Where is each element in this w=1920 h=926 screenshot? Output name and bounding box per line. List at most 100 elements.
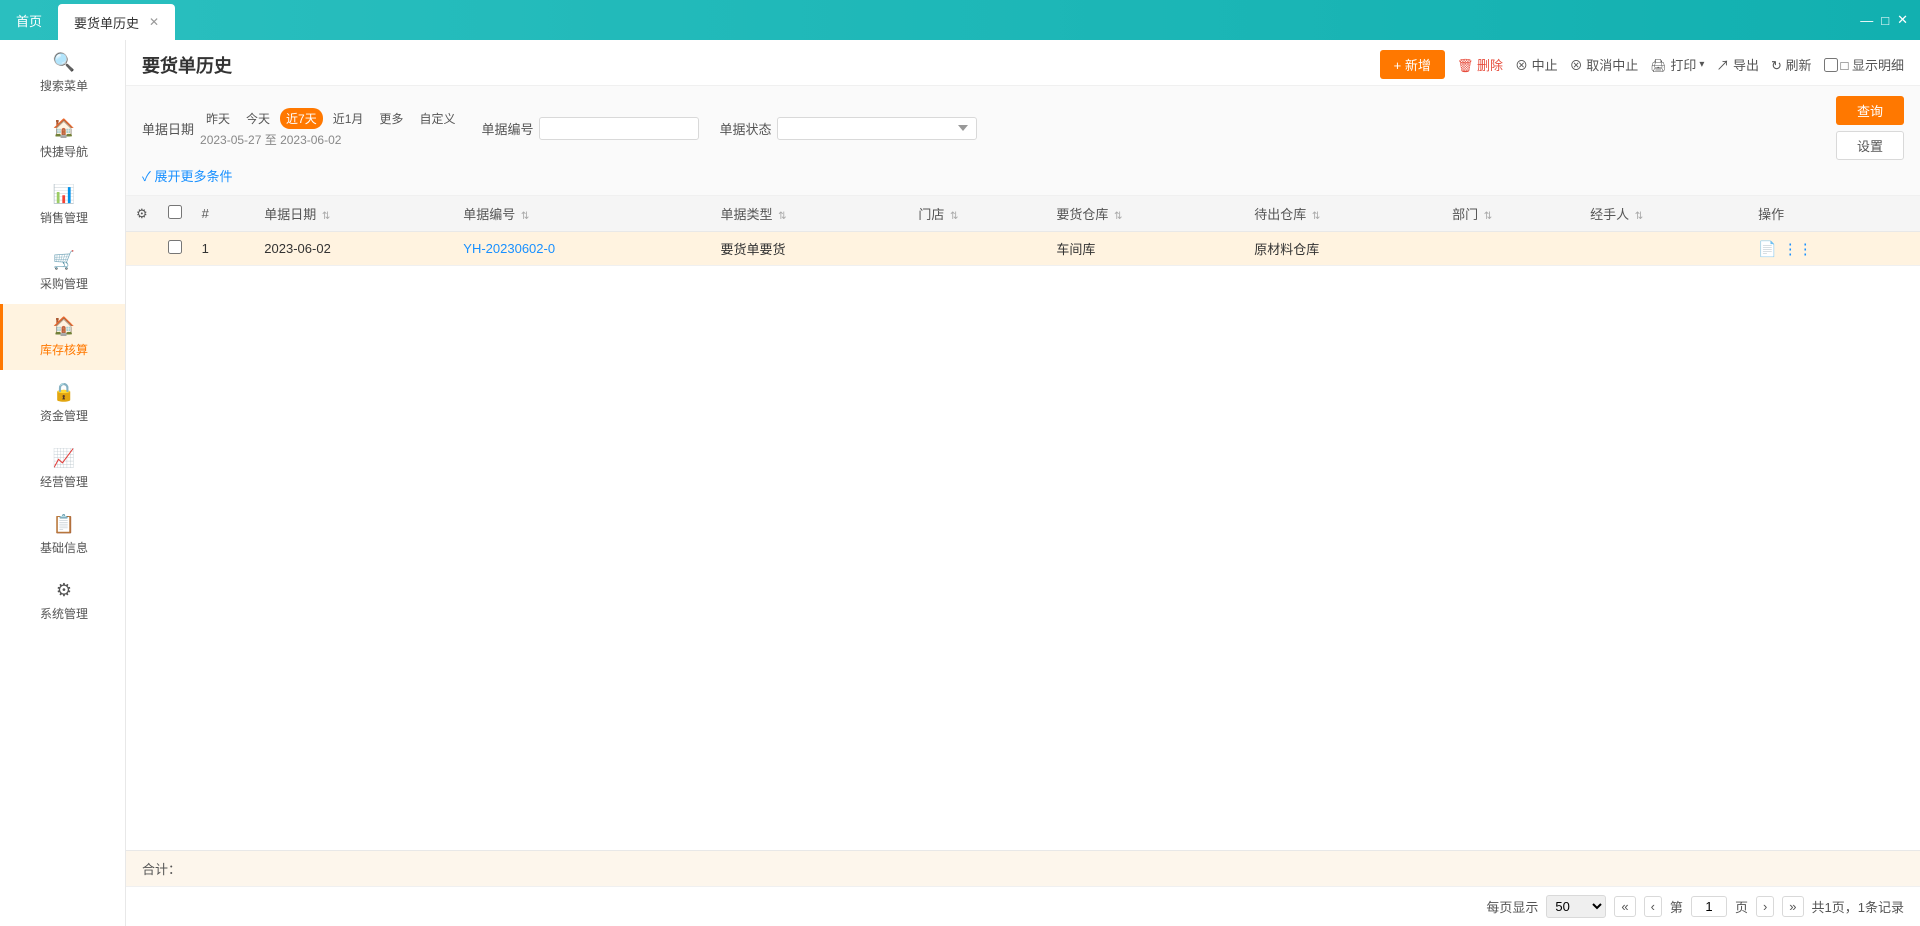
sidebar-item-purchase[interactable]: 🛒 采购管理 bbox=[0, 238, 125, 304]
col-handler[interactable]: 经手人 ⇅ bbox=[1580, 196, 1748, 232]
doc-no-link[interactable]: YH-20230602-0 bbox=[463, 241, 555, 256]
search-menu-icon: 🔍 bbox=[53, 52, 75, 73]
col-doc-type[interactable]: 单据类型 ⇅ bbox=[710, 196, 908, 232]
tab-requisition-history[interactable]: 要货单历史 ✕ bbox=[58, 4, 175, 40]
quick-nav-icon: 🏠 bbox=[53, 118, 75, 139]
sidebar-item-system[interactable]: ⚙ 系统管理 bbox=[0, 568, 125, 634]
date-label: 单据日期 bbox=[142, 119, 194, 138]
row-edit-icon[interactable]: 📄 bbox=[1758, 240, 1777, 258]
cell-store bbox=[908, 232, 1046, 266]
filter-area: 单据日期 昨天 今天 近7天 近1月 更多 自定义 2023-05-27 至 2… bbox=[126, 86, 1920, 196]
first-page-button[interactable]: « bbox=[1614, 896, 1635, 917]
last-page-button[interactable]: » bbox=[1782, 896, 1803, 917]
col-doc-date[interactable]: 单据日期 ⇅ bbox=[254, 196, 453, 232]
sidebar-item-operation[interactable]: 📈 经营管理 bbox=[0, 436, 125, 502]
sales-icon: 📊 bbox=[53, 184, 75, 205]
show-detail-input[interactable] bbox=[1824, 58, 1838, 72]
date-btn-custom[interactable]: 自定义 bbox=[413, 108, 461, 129]
print-label: 🖨 打印 bbox=[1650, 55, 1696, 74]
sidebar-item-sales[interactable]: 📊 销售管理 bbox=[0, 172, 125, 238]
table-header: ⚙ # 单据日期 ⇅ 单据编号 ⇅ 单据类型 ⇅ 门店 ⇅ 要货仓库 ⇅ 待出仓… bbox=[126, 196, 1920, 232]
add-label: + 新增 bbox=[1394, 55, 1431, 74]
table-row: 1 2023-06-02 YH-20230602-0 要货单要货 车间库 原材料… bbox=[126, 232, 1920, 266]
page-size-select[interactable]: 50 100 200 bbox=[1546, 895, 1606, 918]
system-icon: ⚙ bbox=[56, 580, 72, 601]
col-req-warehouse[interactable]: 要货仓库 ⇅ bbox=[1046, 196, 1244, 232]
finance-icon: 🔒 bbox=[53, 382, 75, 403]
sidebar-item-search-menu[interactable]: 🔍 搜索菜单 bbox=[0, 40, 125, 106]
filter-settings-button[interactable]: 设置 bbox=[1836, 131, 1904, 160]
minimize-icon[interactable]: — bbox=[1860, 13, 1873, 28]
refresh-button[interactable]: ↻ 刷新 bbox=[1771, 55, 1812, 74]
stop-button[interactable]: ⊗ 中止 bbox=[1515, 55, 1558, 74]
top-bar: 首页 要货单历史 ✕ — □ ✕ bbox=[0, 0, 1920, 40]
date-btn-yesterday[interactable]: 昨天 bbox=[200, 108, 236, 129]
close-icon[interactable]: ✕ bbox=[1897, 12, 1908, 28]
cancel-stop-button[interactable]: ⊗ 取消中止 bbox=[1570, 55, 1639, 74]
page-header: 要货单历史 + 新增 🗑 删除 ⊗ 中止 ⊗ 取消中止 🖨 打印 ▾ bbox=[126, 40, 1920, 86]
sort-doc-type-icon: ⇅ bbox=[778, 211, 786, 222]
table-footer: 合计： bbox=[126, 850, 1920, 886]
sidebar-item-quick-nav[interactable]: 🏠 快捷导航 bbox=[0, 106, 125, 172]
operation-icon: 📈 bbox=[53, 448, 75, 469]
cell-doc-no: YH-20230602-0 bbox=[453, 232, 710, 266]
date-buttons: 昨天 今天 近7天 近1月 更多 自定义 bbox=[200, 108, 461, 129]
sidebar-item-inventory[interactable]: 🏠 库存核算 bbox=[0, 304, 125, 370]
expand-more-button[interactable]: ✓ 展开更多条件 bbox=[142, 166, 1904, 185]
sort-doc-no-icon: ⇅ bbox=[521, 211, 529, 222]
maximize-icon[interactable]: □ bbox=[1881, 13, 1889, 28]
col-pending-warehouse[interactable]: 待出仓库 ⇅ bbox=[1244, 196, 1442, 232]
table-container: ⚙ # 单据日期 ⇅ 单据编号 ⇅ 单据类型 ⇅ 门店 ⇅ 要货仓库 ⇅ 待出仓… bbox=[126, 196, 1920, 850]
sort-store-icon: ⇅ bbox=[950, 211, 958, 222]
print-button[interactable]: 🖨 打印 ▾ bbox=[1650, 55, 1704, 74]
col-no: # bbox=[192, 196, 255, 232]
next-page-button[interactable]: › bbox=[1756, 896, 1774, 917]
sort-req-wh-icon: ⇅ bbox=[1114, 211, 1122, 222]
sidebar-item-inventory-label: 库存核算 bbox=[40, 341, 88, 358]
sidebar: 🔍 搜索菜单 🏠 快捷导航 📊 销售管理 🛒 采购管理 🏠 库存核算 🔒 资金管… bbox=[0, 40, 126, 926]
page-number-input[interactable] bbox=[1691, 896, 1727, 917]
sidebar-item-operation-label: 经营管理 bbox=[40, 473, 88, 490]
cell-actions: 📄 ⋮⋮ bbox=[1748, 232, 1920, 266]
row-more-icon[interactable]: ⋮⋮ bbox=[1783, 240, 1813, 258]
date-btn-today[interactable]: 今天 bbox=[240, 108, 276, 129]
cell-doc-date: 2023-06-02 bbox=[254, 232, 453, 266]
col-store[interactable]: 门店 ⇅ bbox=[908, 196, 1046, 232]
export-label: ↗ 导出 bbox=[1716, 55, 1759, 74]
date-btn-1month[interactable]: 近1月 bbox=[327, 108, 370, 129]
date-filter: 单据日期 昨天 今天 近7天 近1月 更多 自定义 2023-05-27 至 2… bbox=[142, 108, 461, 148]
inventory-icon: 🏠 bbox=[53, 316, 75, 337]
cell-req-warehouse: 车间库 bbox=[1046, 232, 1244, 266]
doc-status-select[interactable] bbox=[777, 117, 977, 140]
row-checkbox[interactable] bbox=[168, 240, 182, 254]
page-title: 要货单历史 bbox=[142, 52, 232, 78]
col-doc-no[interactable]: 单据编号 ⇅ bbox=[453, 196, 710, 232]
export-button[interactable]: ↗ 导出 bbox=[1716, 55, 1759, 74]
doc-no-input[interactable] bbox=[539, 117, 699, 140]
date-btn-more[interactable]: 更多 bbox=[373, 108, 409, 129]
filter-row: 单据日期 昨天 今天 近7天 近1月 更多 自定义 2023-05-27 至 2… bbox=[142, 96, 1904, 160]
sidebar-item-basic-info-label: 基础信息 bbox=[40, 539, 88, 556]
sidebar-item-basic-info[interactable]: 📋 基础信息 bbox=[0, 502, 125, 568]
col-department[interactable]: 部门 ⇅ bbox=[1442, 196, 1580, 232]
sidebar-item-sales-label: 销售管理 bbox=[40, 209, 88, 226]
window-controls: — □ ✕ bbox=[1860, 12, 1920, 28]
footer-total-label: 合计： bbox=[142, 859, 181, 878]
cell-handler bbox=[1580, 232, 1748, 266]
query-button[interactable]: 查询 bbox=[1836, 96, 1904, 125]
tab-home-label: 首页 bbox=[16, 11, 42, 30]
col-settings[interactable]: ⚙ bbox=[126, 196, 158, 232]
tab-home[interactable]: 首页 bbox=[0, 0, 58, 40]
select-all-checkbox[interactable] bbox=[168, 205, 182, 219]
print-dropdown-icon[interactable]: ▾ bbox=[1699, 59, 1704, 70]
show-detail-checkbox[interactable]: □ 显示明细 bbox=[1824, 55, 1904, 74]
delete-button[interactable]: 🗑 删除 bbox=[1457, 55, 1503, 74]
cell-pending-warehouse: 原材料仓库 bbox=[1244, 232, 1442, 266]
sidebar-item-finance[interactable]: 🔒 资金管理 bbox=[0, 370, 125, 436]
add-button[interactable]: + 新增 bbox=[1380, 50, 1445, 79]
table-body: 1 2023-06-02 YH-20230602-0 要货单要货 车间库 原材料… bbox=[126, 232, 1920, 266]
prev-page-button[interactable]: ‹ bbox=[1644, 896, 1662, 917]
date-btn-7days[interactable]: 近7天 bbox=[280, 108, 323, 129]
tab-close-icon[interactable]: ✕ bbox=[149, 15, 159, 29]
doc-no-filter: 单据编号 bbox=[481, 117, 699, 140]
